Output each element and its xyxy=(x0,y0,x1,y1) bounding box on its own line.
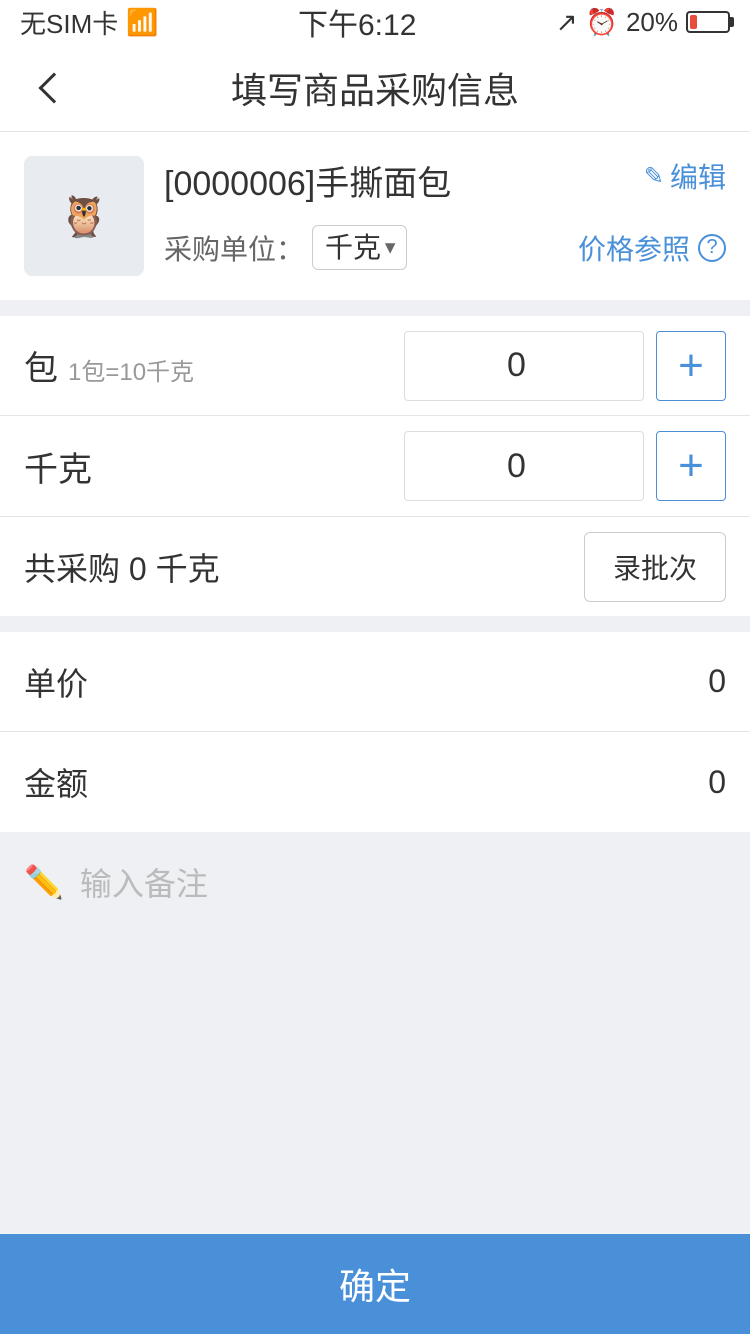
bag-input-controls: + xyxy=(194,331,726,401)
bag-quantity-input[interactable] xyxy=(404,331,644,401)
unit-label: 采购单位： xyxy=(164,228,304,268)
bottom-empty-area xyxy=(0,932,750,1232)
alarm-icon: ⏰ xyxy=(586,7,618,38)
unit-price-value: 0 xyxy=(708,663,726,700)
kg-input-controls: + xyxy=(92,431,726,501)
bag-label: 包 xyxy=(24,341,58,390)
status-left: 无SIM卡 📶 xyxy=(20,4,159,41)
kg-plus-button[interactable]: + xyxy=(656,431,726,501)
page-title: 填写商品采购信息 xyxy=(0,62,750,114)
unit-select-wrap-container: 采购单位： 千克 包 xyxy=(164,225,407,270)
kg-input-row: 千克 + xyxy=(0,416,750,516)
product-info: [0000006]手撕面包 ✎ 编辑 采购单位： 千克 包 价格参照 ? xyxy=(164,156,726,270)
product-image: 🦉 xyxy=(24,156,144,276)
unit-select-container[interactable]: 千克 包 xyxy=(312,225,407,270)
bag-label-wrap: 包 1包=10千克 xyxy=(24,341,194,390)
back-arrow-icon xyxy=(38,72,69,103)
batch-button[interactable]: 录批次 xyxy=(584,532,726,602)
input-section: 包 1包=10千克 + 千克 + xyxy=(0,316,750,516)
note-section[interactable]: ✏️ 输入备注 xyxy=(0,832,750,932)
summary-text: 共采购 0 千克 xyxy=(24,544,584,590)
location-icon: ↗ xyxy=(556,7,578,38)
price-ref-help-icon: ? xyxy=(698,234,726,262)
status-bar: 无SIM卡 📶 下午6:12 ↗ ⏰ 20% xyxy=(0,0,750,44)
note-placeholder: 输入备注 xyxy=(80,859,208,905)
kg-label: 千克 xyxy=(24,442,92,491)
edit-button[interactable]: ✎ 编辑 xyxy=(644,156,726,196)
edit-icon: ✎ xyxy=(644,162,664,191)
back-button[interactable] xyxy=(24,58,84,118)
amount-value: 0 xyxy=(708,764,726,801)
product-logo: 🦉 xyxy=(59,193,109,240)
wifi-icon: 📶 xyxy=(126,7,158,38)
pencil-icon: ✏️ xyxy=(24,863,64,901)
kg-label-wrap: 千克 xyxy=(24,442,92,491)
kg-quantity-input[interactable] xyxy=(404,431,644,501)
price-info-section: 单价 0 金额 0 xyxy=(0,632,750,832)
summary-prefix: 共采购 xyxy=(24,551,129,587)
summary-unit: 千克 xyxy=(156,551,220,587)
section-separator-2 xyxy=(0,616,750,632)
price-ref-button[interactable]: 价格参照 ? xyxy=(578,228,726,268)
bag-plus-button[interactable]: + xyxy=(656,331,726,401)
unit-select[interactable]: 千克 包 xyxy=(312,225,407,270)
product-unit-row: 采购单位： 千克 包 价格参照 ? xyxy=(164,225,726,270)
amount-row: 金额 0 xyxy=(0,732,750,832)
bag-sublabel: 1包=10千克 xyxy=(68,352,194,387)
battery-icon xyxy=(686,11,730,33)
battery-fill xyxy=(690,15,697,29)
amount-label: 金额 xyxy=(24,759,708,805)
status-time: 下午6:12 xyxy=(298,0,416,44)
battery-percent: 20% xyxy=(626,7,678,38)
summary-row: 共采购 0 千克 录批次 xyxy=(0,516,750,616)
product-card: 🦉 [0000006]手撕面包 ✎ 编辑 采购单位： 千克 包 价格参照 xyxy=(0,132,750,300)
bag-input-row: 包 1包=10千克 + xyxy=(0,316,750,416)
edit-label: 编辑 xyxy=(670,156,726,196)
price-ref-label: 价格参照 xyxy=(578,228,690,268)
nav-bar: 填写商品采购信息 xyxy=(0,44,750,132)
product-name: [0000006]手撕面包 xyxy=(164,156,644,205)
summary-amount: 0 xyxy=(129,551,156,587)
carrier-label: 无SIM卡 xyxy=(20,4,118,41)
unit-price-row: 单价 0 xyxy=(0,632,750,732)
status-right: ↗ ⏰ 20% xyxy=(556,7,730,38)
section-separator-1 xyxy=(0,300,750,316)
unit-price-label: 单价 xyxy=(24,659,708,705)
product-header: [0000006]手撕面包 ✎ 编辑 xyxy=(164,156,726,205)
confirm-button[interactable]: 确定 xyxy=(0,1234,750,1334)
